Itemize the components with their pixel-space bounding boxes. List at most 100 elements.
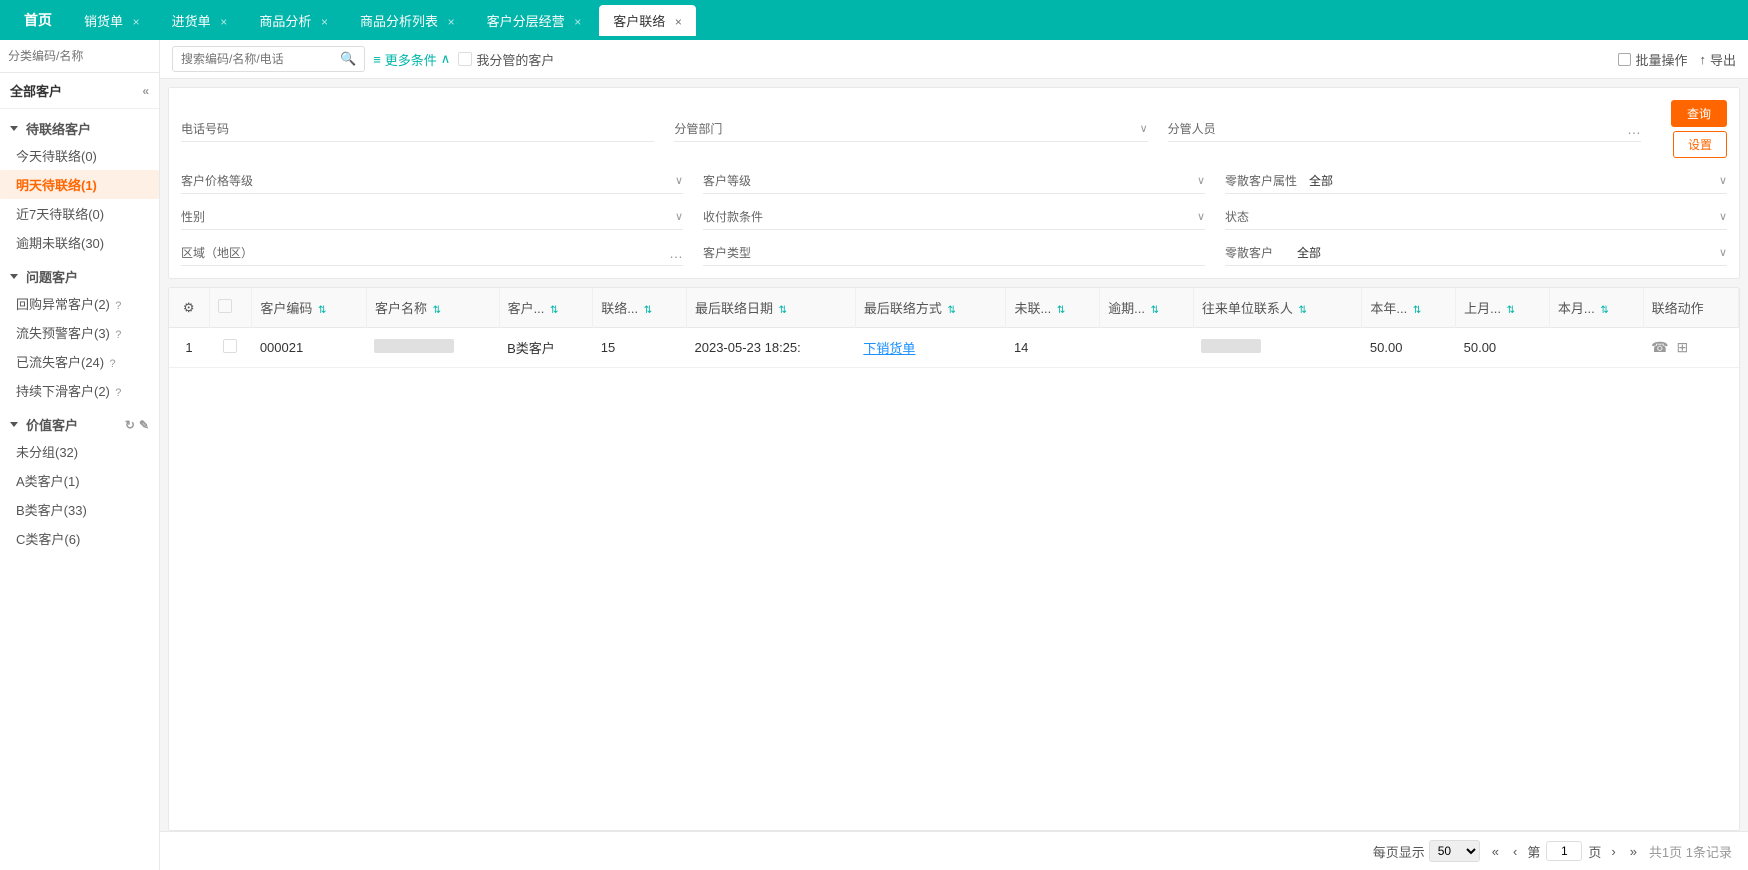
col-contact[interactable]: 联络... ⇅: [593, 288, 687, 328]
nav-tab-sales[interactable]: 销货单 ×: [70, 5, 154, 36]
region-dots-icon[interactable]: …: [669, 245, 683, 261]
sort-contact-icon[interactable]: ⇅: [644, 305, 652, 316]
col-checkbox[interactable]: [209, 288, 252, 328]
gender-dropdown-icon[interactable]: ∨: [675, 210, 683, 223]
filter-manager-input[interactable]: [1236, 122, 1641, 136]
sidebar-item-ungrouped[interactable]: 未分组(32): [0, 437, 159, 466]
sort-contacts-icon[interactable]: ⇅: [1299, 305, 1307, 316]
filter-phone-input[interactable]: [249, 122, 654, 136]
last-contact-method-link[interactable]: 下销货单: [863, 341, 915, 356]
nav-tab-customer-tier[interactable]: 客户分层经营 ×: [473, 5, 596, 36]
sort-not-contacted-icon[interactable]: ⇅: [1057, 305, 1065, 316]
sidebar-item-class-c[interactable]: C类客户(6): [0, 524, 159, 553]
price-level-dropdown-icon[interactable]: ∨: [675, 174, 683, 187]
sidebar-search-box[interactable]: 🔍: [0, 40, 159, 73]
col-overdue[interactable]: 逾期... ⇅: [1100, 288, 1194, 328]
filter-customer-type-input[interactable]: [771, 246, 1205, 260]
filter-price-level-input[interactable]: [261, 174, 683, 188]
sidebar-item-class-a[interactable]: A类客户(1): [0, 466, 159, 495]
filter-region-input[interactable]: [261, 246, 683, 260]
customer-level-dropdown-icon[interactable]: ∨: [1197, 174, 1205, 187]
row-checkbox[interactable]: [223, 339, 237, 353]
batch-operation-button[interactable]: 批量操作: [1618, 50, 1687, 69]
col-last-month[interactable]: 上月... ⇅: [1456, 288, 1550, 328]
col-settings[interactable]: ⚙: [169, 288, 209, 328]
sidebar-item-churn-warning[interactable]: 流失预警客户(3) ?: [0, 318, 159, 347]
sidebar-item-7day-contact[interactable]: 近7天待联络(0): [0, 199, 159, 228]
sidebar-search-input[interactable]: [8, 49, 160, 63]
sort-method-icon[interactable]: ⇅: [948, 305, 956, 316]
settings-gear-icon[interactable]: ⚙: [183, 300, 195, 315]
dept-dropdown-icon[interactable]: ∨: [1140, 122, 1148, 135]
page-number-input[interactable]: [1546, 841, 1582, 861]
sidebar-item-repurchase-abnormal[interactable]: 回购异常客户(2) ?: [0, 289, 159, 318]
status-dropdown-icon[interactable]: ∨: [1719, 210, 1727, 223]
col-name[interactable]: 客户名称 ⇅: [366, 288, 499, 328]
sort-name-icon[interactable]: ⇅: [433, 305, 441, 316]
page-size-select[interactable]: 50 100 200: [1429, 840, 1480, 862]
close-customer-contact-tab-icon[interactable]: ×: [675, 15, 682, 29]
sort-code-icon[interactable]: ⇅: [318, 305, 326, 316]
sort-last-date-icon[interactable]: ⇅: [779, 305, 787, 316]
col-not-contacted[interactable]: 未联... ⇅: [1006, 288, 1100, 328]
search-box[interactable]: 🔍: [172, 46, 365, 72]
retail-customer-dropdown-icon[interactable]: ∨: [1719, 246, 1727, 259]
sidebar-item-today-contact[interactable]: 今天待联络(0): [0, 141, 159, 170]
sort-this-month-icon[interactable]: ⇅: [1600, 305, 1608, 316]
manager-dots-icon[interactable]: …: [1627, 121, 1641, 137]
nav-tab-analysis-list[interactable]: 商品分析列表 ×: [346, 5, 469, 36]
close-sales-tab-icon[interactable]: ×: [133, 15, 140, 29]
payment-dropdown-icon[interactable]: ∨: [1197, 210, 1205, 223]
cell-last-contact-method[interactable]: 下销货单: [855, 328, 1006, 368]
select-all-checkbox[interactable]: [218, 299, 232, 313]
settings-button[interactable]: 设置: [1673, 131, 1727, 158]
search-input[interactable]: [181, 52, 336, 66]
sidebar-item-tomorrow-contact[interactable]: 明天待联络(1): [0, 170, 159, 199]
sort-type-icon[interactable]: ⇅: [550, 305, 558, 316]
sidebar-item-overdue-contact[interactable]: 逾期未联络(30): [0, 228, 159, 257]
collapse-icon[interactable]: «: [142, 84, 149, 98]
col-contacts-person[interactable]: 往来单位联系人 ⇅: [1193, 288, 1362, 328]
col-type[interactable]: 客户... ⇅: [499, 288, 593, 328]
nav-tab-analysis[interactable]: 商品分析 ×: [245, 5, 342, 36]
col-last-contact-method[interactable]: 最后联络方式 ⇅: [855, 288, 1006, 328]
all-customers-header[interactable]: 全部客户 «: [0, 73, 159, 109]
edit-value-icon[interactable]: ✎: [139, 418, 149, 432]
cell-checkbox[interactable]: [209, 328, 252, 368]
retail-attr-dropdown-icon[interactable]: ∨: [1719, 174, 1727, 187]
col-code[interactable]: 客户编码 ⇅: [252, 288, 367, 328]
filter-customer-level-input[interactable]: [771, 174, 1205, 188]
filter-gender-input[interactable]: [249, 210, 683, 224]
refresh-value-icon[interactable]: ↻: [125, 418, 135, 432]
nav-home[interactable]: 首页: [10, 4, 66, 36]
filter-payment-input[interactable]: [771, 210, 1205, 224]
export-button[interactable]: ↑ 导出: [1699, 50, 1736, 69]
col-this-month[interactable]: 本月... ⇅: [1549, 288, 1643, 328]
close-customer-tier-tab-icon[interactable]: ×: [574, 15, 581, 29]
filter-status-input[interactable]: [1293, 210, 1727, 224]
my-customers-checkbox[interactable]: [458, 52, 472, 66]
search-submit-icon[interactable]: 🔍: [340, 51, 356, 67]
sidebar-item-declining[interactable]: 持续下滑客户(2) ?: [0, 376, 159, 405]
sort-this-year-icon[interactable]: ⇅: [1413, 305, 1421, 316]
nav-tab-customer-contact[interactable]: 客户联络 ×: [599, 5, 696, 36]
prev-page-button[interactable]: ‹: [1509, 842, 1521, 861]
close-analysis-list-tab-icon[interactable]: ×: [448, 15, 455, 29]
sort-last-month-icon[interactable]: ⇅: [1507, 305, 1515, 316]
last-page-button[interactable]: »: [1626, 842, 1641, 861]
more-filter-button[interactable]: ≡ 更多条件 ∧: [373, 50, 450, 69]
grid-action-icon[interactable]: ⊞: [1677, 339, 1689, 356]
sidebar-item-churned[interactable]: 已流失客户(24) ?: [0, 347, 159, 376]
filter-dept-input[interactable]: [742, 122, 1147, 136]
col-this-year[interactable]: 本年... ⇅: [1362, 288, 1456, 328]
next-page-button[interactable]: ›: [1607, 842, 1619, 861]
sidebar-item-class-b[interactable]: B类客户(33): [0, 495, 159, 524]
close-purchase-tab-icon[interactable]: ×: [220, 15, 227, 29]
col-last-contact-date[interactable]: 最后联络日期 ⇅: [687, 288, 856, 328]
first-page-button[interactable]: «: [1488, 842, 1503, 861]
nav-tab-purchase[interactable]: 进货单 ×: [158, 5, 242, 36]
sort-overdue-icon[interactable]: ⇅: [1151, 305, 1159, 316]
query-button[interactable]: 查询: [1671, 100, 1727, 127]
my-customers-checkbox-group[interactable]: 我分管的客户: [458, 50, 554, 69]
close-analysis-tab-icon[interactable]: ×: [321, 15, 328, 29]
